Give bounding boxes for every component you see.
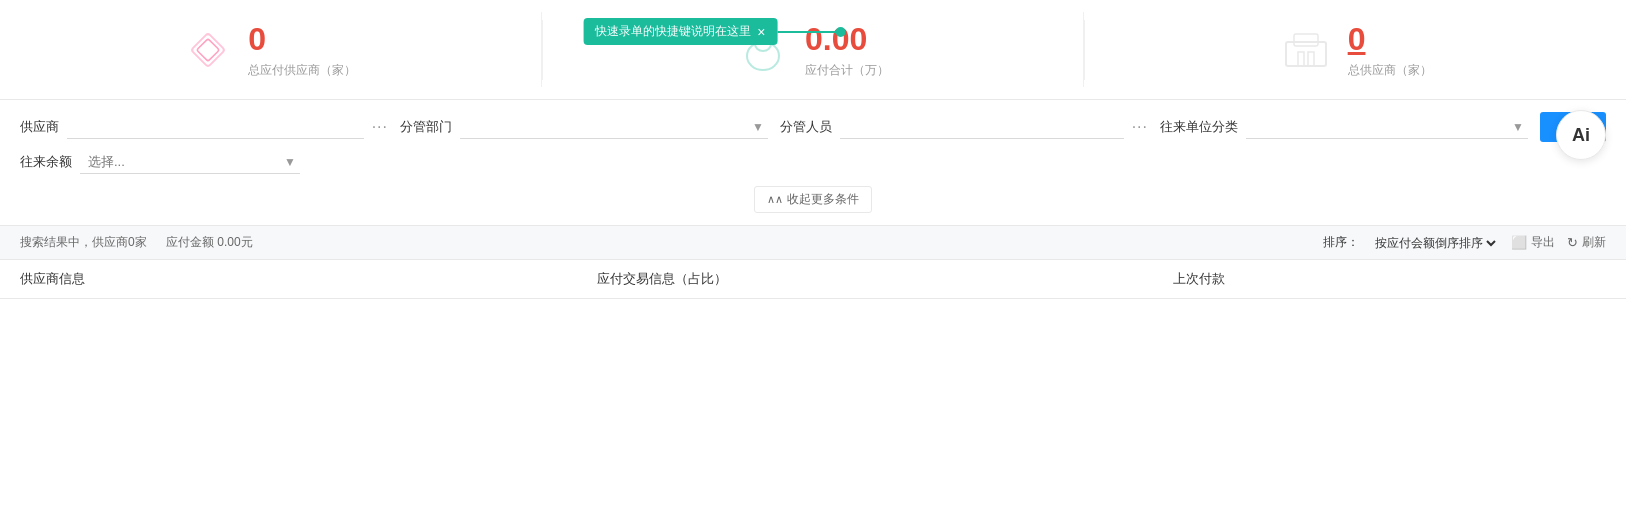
svg-rect-0 [191,33,225,67]
total-payable-suppliers-value: 0 [248,20,356,58]
person-filter: 分管人员 ··· [780,115,1148,139]
result-bar: 搜索结果中，供应商0家 应付金额 0.00元 排序： 按应付会额倒序排序 ⬜ 导… [0,226,1626,260]
refresh-label: 刷新 [1582,234,1606,251]
total-payable-suppliers-label: 总应付供应商（家） [248,62,356,79]
ai-badge-btn[interactable]: Ai [1556,110,1606,160]
balance-filter: 往来余额 ▼ [20,150,300,174]
svg-point-2 [747,42,779,70]
export-btn[interactable]: ⬜ 导出 [1511,234,1555,251]
supplier-filter: 供应商 ··· [20,115,388,139]
tooltip-bubble: 快速录单的快捷键说明在这里 × [583,18,777,45]
supplier-dots-btn[interactable]: ··· [372,118,388,136]
total-suppliers-value: 0 [1348,20,1432,58]
export-label: 导出 [1531,234,1555,251]
dept-input[interactable] [460,115,768,139]
svg-rect-10 [1298,52,1304,66]
unit-class-input[interactable] [1246,115,1528,139]
balance-select-wrapper: ▼ [80,150,300,174]
person-input[interactable] [840,115,1124,139]
unit-class-select-wrapper: ▼ [1246,115,1528,139]
dept-label: 分管部门 [400,118,452,136]
table-body [0,299,1626,499]
export-icon: ⬜ [1511,235,1527,250]
filter-row-2: 往来余额 ▼ [20,150,1606,174]
refresh-btn[interactable]: ↻ 刷新 [1567,234,1606,251]
summary-payable-total: 快速录单的快捷键说明在这里 × 0.00 应付合计（万） [543,12,1085,87]
dept-filter: 分管部门 ▼ [400,115,768,139]
person-label: 分管人员 [780,118,832,136]
result-text: 搜索结果中，供应商0家 [20,235,147,249]
supplier-label: 供应商 [20,118,59,136]
result-summary: 搜索结果中，供应商0家 应付金额 0.00元 [20,234,253,251]
summary-total-suppliers: 0 总供应商（家） [1085,12,1626,87]
ai-label: Ai [1572,125,1590,146]
summary-payable-suppliers: 0 总应付供应商（家） [0,12,542,87]
svg-rect-9 [1294,34,1318,46]
tooltip-close-btn[interactable]: × [757,25,765,39]
tooltip-text: 快速录单的快捷键说明在这里 [595,23,751,40]
result-amount: 应付金额 0.00元 [166,235,253,249]
collapse-btn[interactable]: ∧∧ 收起更多条件 [754,186,872,213]
svg-rect-11 [1308,52,1314,66]
collapse-btn-label: 收起更多条件 [787,191,859,208]
supplier-icon [1280,30,1332,70]
diamond-icon [184,26,232,74]
refresh-icon: ↻ [1567,235,1578,250]
payable-total-value: 0.00 [805,20,889,58]
filter-row-1: 供应商 ··· 分管部门 ▼ 分管人员 ··· 往来单位分类 ▼ [20,112,1606,142]
col-header-transaction: 应付交易信息（占比） [597,270,1174,288]
person-dots-btn[interactable]: ··· [1132,118,1148,136]
balance-input[interactable] [80,150,300,174]
total-suppliers-label: 总供应商（家） [1348,62,1432,79]
result-actions: 排序： 按应付会额倒序排序 ⬜ 导出 ↻ 刷新 [1323,234,1606,251]
sort-label: 排序： [1323,234,1359,251]
col-header-supplier: 供应商信息 [20,270,597,288]
payable-total-label: 应付合计（万） [805,62,889,79]
unit-class-filter: 往来单位分类 ▼ [1160,115,1528,139]
supplier-input[interactable] [67,115,364,139]
sort-select[interactable]: 按应付会额倒序排序 [1371,235,1499,251]
dept-select-wrapper: ▼ [460,115,768,139]
summary-bar: 0 总应付供应商（家） 快速录单的快捷键说明在这里 × 0.00 [0,0,1626,100]
unit-class-label: 往来单位分类 [1160,118,1238,136]
col-header-lastpay: 上次付款 [1173,270,1606,288]
filter-bar: 供应商 ··· 分管部门 ▼ 分管人员 ··· 往来单位分类 ▼ [0,100,1626,226]
collapse-up-icon: ∧∧ [767,193,783,206]
table-header: 供应商信息 应付交易信息（占比） 上次付款 [0,260,1626,299]
balance-label: 往来余额 [20,153,72,171]
